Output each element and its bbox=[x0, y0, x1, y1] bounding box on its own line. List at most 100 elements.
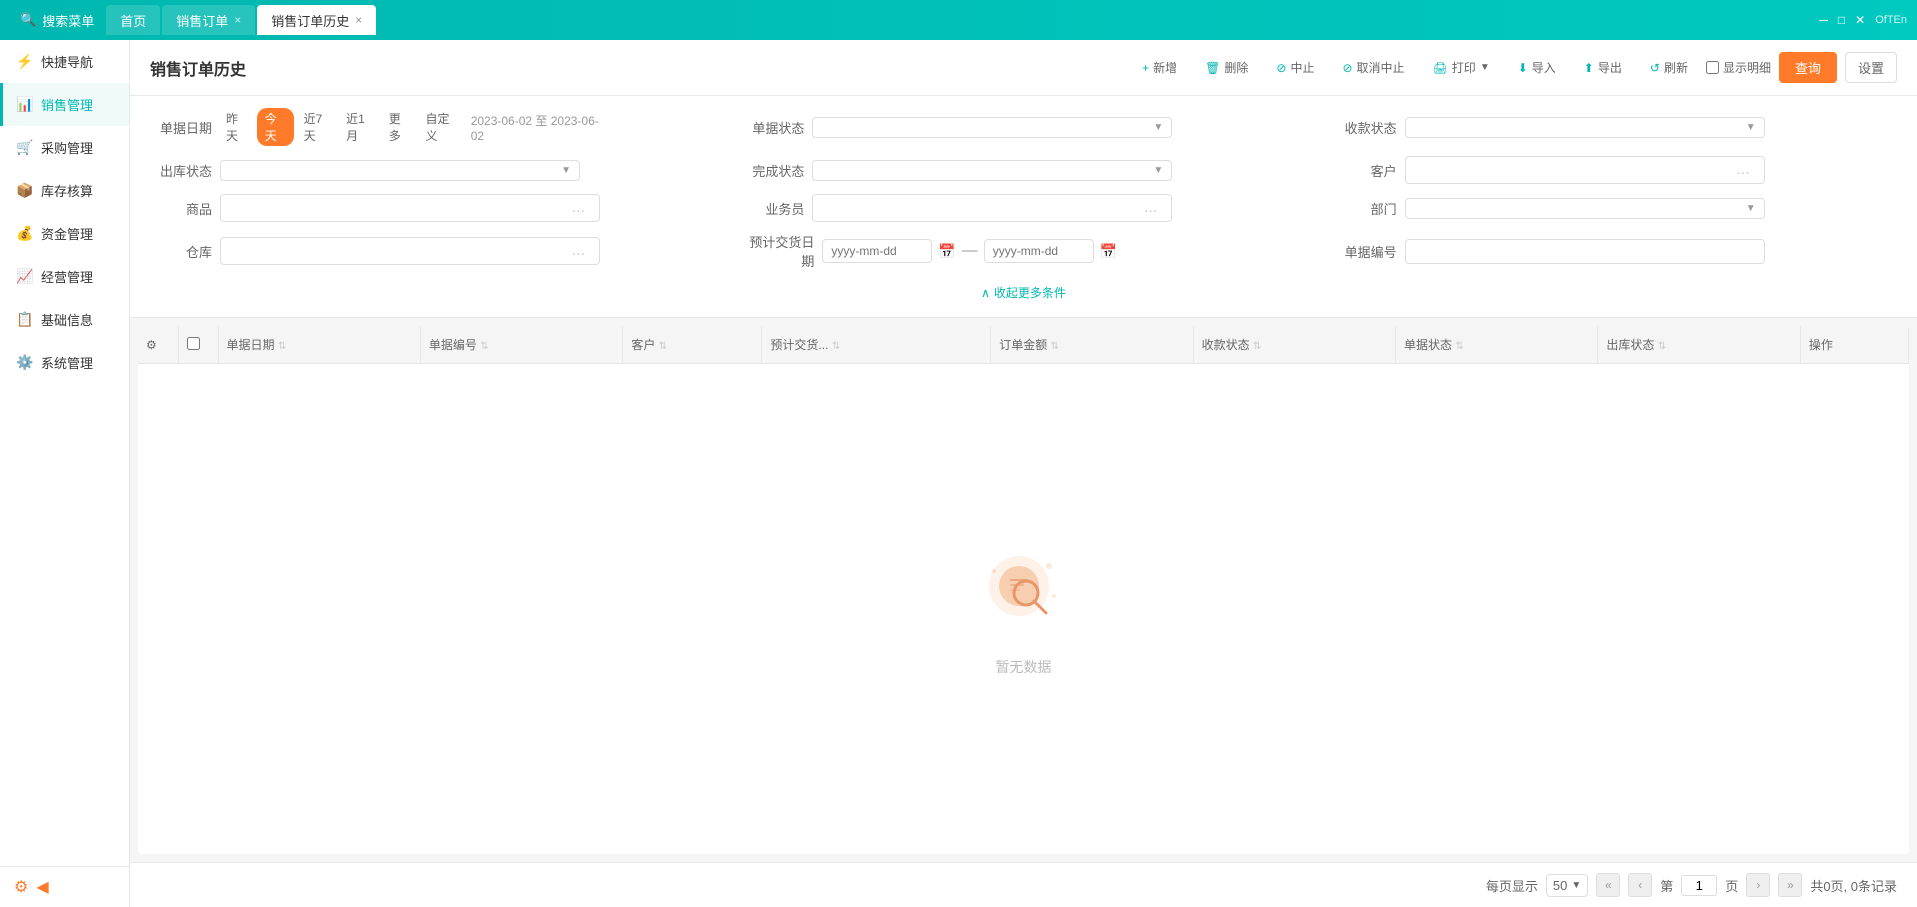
customer-dots[interactable]: ... bbox=[1730, 161, 1755, 179]
th-customer: 客户 ⇅ bbox=[623, 326, 762, 364]
department-select[interactable]: ▼ bbox=[1405, 198, 1765, 219]
window-close-icon[interactable]: ✕ bbox=[1855, 13, 1865, 27]
tab-home[interactable]: 首页 bbox=[106, 5, 160, 35]
content-area: 销售订单历史 + 新增 🗑 删除 ⊘ 中止 ⊘ bbox=[130, 40, 1917, 907]
delete-button[interactable]: 🗑 删除 bbox=[1195, 54, 1258, 81]
calendar-from-icon[interactable]: 📅 bbox=[938, 243, 955, 260]
sidebar-collapse-icon[interactable]: ◀ bbox=[36, 877, 48, 897]
expected-date-to[interactable] bbox=[984, 239, 1094, 263]
warehouse-input-area[interactable]: ... bbox=[220, 237, 600, 265]
select-all-checkbox[interactable] bbox=[187, 337, 200, 350]
sales-rep-input-area[interactable]: ... bbox=[812, 194, 1172, 222]
th-expected-delivery-label: 预计交货... bbox=[770, 338, 828, 352]
display-detail-input[interactable] bbox=[1706, 61, 1719, 74]
product-dots[interactable]: ... bbox=[566, 199, 591, 217]
last-page-btn[interactable]: » bbox=[1778, 873, 1802, 897]
cancel-stop-button[interactable]: ⊘ 取消中止 bbox=[1332, 54, 1414, 81]
new-button[interactable]: + 新增 bbox=[1132, 54, 1187, 81]
finance-icon: 💰 bbox=[17, 226, 33, 242]
empty-text: 暂无数据 bbox=[996, 657, 1052, 677]
query-button[interactable]: 查询 bbox=[1779, 52, 1837, 83]
th-customer-sort[interactable]: ⇅ bbox=[659, 341, 667, 352]
import-icon: ⬇ bbox=[1518, 61, 1528, 75]
product-input-area[interactable]: ... bbox=[220, 194, 600, 222]
date-shortcut-7days[interactable]: 近7天 bbox=[298, 108, 337, 146]
th-payment-sort[interactable]: ⇅ bbox=[1253, 341, 1261, 352]
shipment-chevron: ▼ bbox=[561, 165, 571, 176]
tab-sales-order-close[interactable]: × bbox=[234, 13, 241, 27]
sidebar-settings-icon[interactable]: ⚙ bbox=[14, 877, 28, 897]
th-amount-sort[interactable]: ⇅ bbox=[1051, 341, 1059, 352]
sidebar-item-basic-info[interactable]: 📋 基础信息 bbox=[0, 298, 129, 341]
tab-sales-order[interactable]: 销售订单 × bbox=[162, 5, 255, 35]
sidebar-item-inventory[interactable]: 📦 库存核算 bbox=[0, 169, 129, 212]
date-shortcut-1month[interactable]: 近1月 bbox=[340, 108, 379, 146]
expected-date-label: 预计交货日期 bbox=[742, 232, 822, 270]
empty-state: 暂无数据 bbox=[138, 364, 1909, 854]
next-page-btn[interactable]: › bbox=[1746, 873, 1770, 897]
per-page-select[interactable]: 50 ▼ bbox=[1546, 874, 1588, 897]
th-expected-delivery: 预计交货... ⇅ bbox=[762, 326, 991, 364]
th-bill-sort[interactable]: ⇅ bbox=[1455, 341, 1463, 352]
bill-status-chevron: ▼ bbox=[1153, 122, 1163, 133]
print-button[interactable]: 🖨 打印 ▼ bbox=[1423, 54, 1500, 81]
completion-status-select[interactable]: ▼ bbox=[812, 160, 1172, 181]
collapse-row[interactable]: ∧ 收起更多条件 bbox=[150, 280, 1897, 305]
page-number-input[interactable] bbox=[1681, 875, 1717, 896]
date-shortcut-yesterday[interactable]: 昨天 bbox=[220, 108, 253, 146]
bill-status-select[interactable]: ▼ bbox=[812, 117, 1172, 138]
export-button[interactable]: ⬆ 导出 bbox=[1574, 54, 1632, 81]
sidebar-item-system-mgmt[interactable]: ⚙️ 系统管理 bbox=[0, 341, 129, 384]
sidebar: ⚡ 快捷导航 📊 销售管理 🛒 采购管理 📦 库存核算 💰 资金管理 📈 经营管… bbox=[0, 40, 130, 907]
refresh-button[interactable]: ↺ 刷新 bbox=[1640, 54, 1698, 81]
data-table: ⚙ 单据日期 ⇅ 单据编号 ⇅ bbox=[138, 326, 1909, 364]
bill-number-input[interactable] bbox=[1405, 239, 1765, 264]
th-delivery-sort[interactable]: ⇅ bbox=[832, 341, 840, 352]
sidebar-item-finance[interactable]: 💰 资金管理 bbox=[0, 212, 129, 255]
window-minimize-icon[interactable]: ─ bbox=[1819, 13, 1828, 27]
prev-page-icon: ‹ bbox=[1638, 878, 1642, 892]
sidebar-item-operations[interactable]: 📈 经营管理 bbox=[0, 255, 129, 298]
bill-status-label: 单据状态 bbox=[742, 118, 812, 137]
th-shipment-sort[interactable]: ⇅ bbox=[1658, 341, 1666, 352]
sales-rep-dots[interactable]: ... bbox=[1138, 199, 1163, 217]
per-page-value: 50 bbox=[1553, 878, 1567, 893]
th-checkbox[interactable] bbox=[178, 326, 218, 364]
settings-button[interactable]: 设置 bbox=[1845, 52, 1897, 83]
refresh-label: 刷新 bbox=[1664, 59, 1688, 76]
sidebar-item-operations-label: 经营管理 bbox=[41, 267, 93, 286]
page-title: 销售订单历史 bbox=[150, 56, 246, 80]
first-page-btn[interactable]: « bbox=[1596, 873, 1620, 897]
sidebar-item-purchase-mgmt[interactable]: 🛒 采购管理 bbox=[0, 126, 129, 169]
import-button[interactable]: ⬇ 导入 bbox=[1508, 54, 1566, 81]
shipment-status-select[interactable]: ▼ bbox=[220, 160, 580, 181]
date-shortcut-more[interactable]: 更多 bbox=[383, 108, 416, 146]
th-date-sort[interactable]: ⇅ bbox=[278, 341, 286, 352]
tab-sales-order-history-close[interactable]: × bbox=[355, 13, 362, 27]
filter-row-3: 商品 ... 业务员 ... 部门 bbox=[150, 194, 1897, 222]
calendar-to-icon[interactable]: 📅 bbox=[1100, 243, 1117, 260]
window-maximize-icon[interactable]: □ bbox=[1838, 13, 1845, 27]
tab-sales-order-history[interactable]: 销售订单历史 × bbox=[257, 5, 376, 35]
display-detail-checkbox[interactable]: 显示明细 bbox=[1706, 59, 1771, 76]
stop-button[interactable]: ⊘ 中止 bbox=[1266, 54, 1324, 81]
filter-section-bill-number: 单据编号 bbox=[1335, 239, 1897, 264]
page-title-row: 销售订单历史 + 新增 🗑 删除 ⊘ 中止 ⊘ bbox=[150, 52, 1897, 83]
filter-section-warehouse: 仓库 ... bbox=[150, 237, 712, 265]
sidebar-item-sales-mgmt[interactable]: 📊 销售管理 bbox=[0, 83, 129, 126]
th-bill-no-sort[interactable]: ⇅ bbox=[480, 341, 488, 352]
th-action: 操作 bbox=[1800, 326, 1908, 364]
date-shortcut-today[interactable]: 今天 bbox=[257, 108, 294, 146]
toolbar: + 新增 🗑 删除 ⊘ 中止 ⊘ 取消中止 bbox=[1132, 52, 1897, 83]
th-settings[interactable]: ⚙ bbox=[138, 326, 178, 364]
date-separator: — bbox=[962, 242, 978, 260]
search-menu-btn[interactable]: 🔍 搜索菜单 bbox=[10, 11, 104, 30]
sidebar-item-quick-nav[interactable]: ⚡ 快捷导航 bbox=[0, 40, 129, 83]
prev-page-btn[interactable]: ‹ bbox=[1628, 873, 1652, 897]
date-shortcut-custom[interactable]: 自定义 bbox=[420, 108, 463, 146]
warehouse-dots[interactable]: ... bbox=[566, 242, 591, 260]
payment-status-select[interactable]: ▼ bbox=[1405, 117, 1765, 138]
expected-date-from[interactable] bbox=[822, 239, 932, 263]
sidebar-item-inventory-label: 库存核算 bbox=[41, 181, 93, 200]
customer-input-area[interactable]: ... bbox=[1405, 156, 1765, 184]
